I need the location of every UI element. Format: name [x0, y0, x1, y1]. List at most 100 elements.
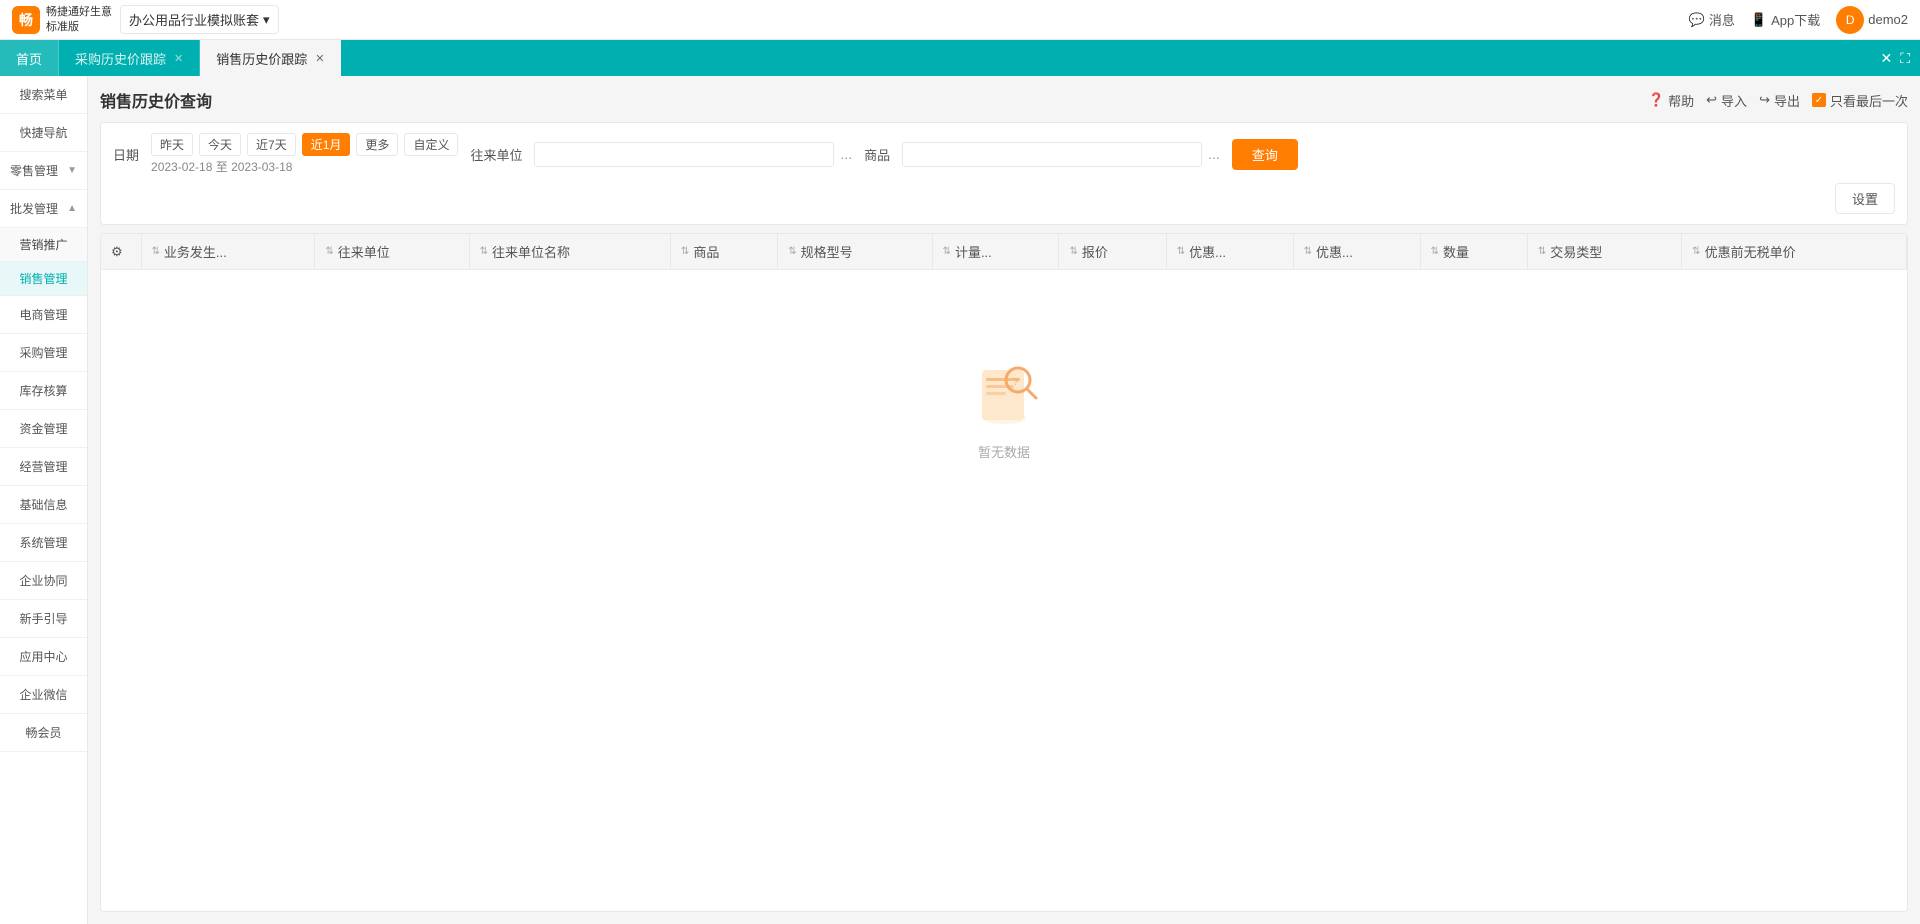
product-input[interactable] — [902, 142, 1202, 167]
table-column-discount1[interactable]: ⇅ 优惠... — [1166, 234, 1293, 270]
app-logo-icon: 畅 — [12, 6, 40, 34]
sidebar-item-member[interactable]: 畅会员 — [0, 714, 87, 752]
message-icon: 💬 — [1689, 12, 1705, 28]
tab-purchase-history[interactable]: 采购历史价跟踪 ✕ — [59, 40, 200, 76]
partner-browse-icon[interactable]: ... — [840, 146, 852, 162]
logo-text: 畅捷通好生意 标准版 — [46, 5, 112, 34]
close-all-tabs-icon[interactable]: ✕ — [1880, 50, 1892, 67]
sidebar-item-marketing[interactable]: 营销推广 — [0, 228, 87, 262]
tab-home[interactable]: 首页 — [0, 40, 59, 76]
table-column-product[interactable]: ⇅ 商品 — [670, 234, 777, 270]
only-last-checkbox[interactable]: ✓ 只看最后一次 — [1812, 91, 1908, 110]
table-column-discount2[interactable]: ⇅ 优惠... — [1293, 234, 1420, 270]
setting-button[interactable]: 设置 — [1835, 183, 1895, 214]
app-download-button[interactable]: 📱 App下载 — [1751, 10, 1820, 29]
sort-icon: ⇅ — [1177, 246, 1185, 257]
partner-input[interactable] — [534, 142, 834, 167]
sidebar-item-finance[interactable]: 资金管理 — [0, 410, 87, 448]
download-icon: 📱 — [1751, 12, 1767, 28]
help-icon: ❓ — [1648, 92, 1664, 108]
table-header-row: ⚙ ⇅ 业务发生... ⇅ — [101, 234, 1907, 270]
sort-icon: ⇅ — [681, 246, 689, 257]
date-btn-yesterday[interactable]: 昨天 — [151, 133, 193, 156]
date-btn-custom[interactable]: 自定义 — [404, 133, 458, 156]
page-header-actions: ❓ 帮助 ↩ 导入 ↪ 导出 ✓ 只看最后一次 — [1648, 91, 1908, 110]
message-button[interactable]: 💬 消息 — [1689, 10, 1735, 29]
import-button[interactable]: ↩ 导入 — [1706, 91, 1747, 110]
logo-area: 畅 畅捷通好生意 标准版 — [12, 5, 112, 34]
product-filter-label: 商品 — [864, 145, 890, 164]
checkbox-icon: ✓ — [1812, 93, 1826, 107]
fullscreen-icon[interactable]: ⛶ — [1900, 50, 1910, 67]
table-column-qty[interactable]: ⇅ 数量 — [1420, 234, 1527, 270]
filter-row: 日期 昨天 今天 近7天 近1月 更多 自定义 2023-02-18 至 202… — [100, 122, 1908, 225]
app-selector[interactable]: 办公用品行业模拟账套 ▾ — [120, 5, 279, 34]
sidebar-item-search[interactable]: 搜索菜单 — [0, 76, 87, 114]
tab-sales-history[interactable]: 销售历史价跟踪 ✕ — [200, 40, 341, 76]
sidebar-item-appstore[interactable]: 应用中心 — [0, 638, 87, 676]
table-column-deal-type[interactable]: ⇅ 交易类型 — [1527, 234, 1681, 270]
help-button[interactable]: ❓ 帮助 — [1648, 91, 1694, 110]
sort-icon: ⇅ — [1304, 246, 1312, 257]
sidebar-item-sales-mgmt[interactable]: 销售管理 — [0, 262, 87, 296]
chevron-up-icon: ▲ — [67, 203, 77, 214]
tab-sales-label: 销售历史价跟踪 — [216, 49, 307, 68]
date-btn-7days[interactable]: 近7天 — [247, 133, 296, 156]
sidebar-item-wholesale[interactable]: 批发管理 ▲ — [0, 190, 87, 228]
import-icon: ↩ — [1706, 92, 1717, 108]
top-bar-left: 畅 畅捷通好生意 标准版 办公用品行业模拟账套 ▾ — [12, 5, 279, 34]
date-options: 昨天 今天 近7天 近1月 更多 自定义 — [151, 133, 458, 156]
tab-purchase-label: 采购历史价跟踪 — [75, 49, 166, 68]
sidebar-item-guide[interactable]: 新手引导 — [0, 600, 87, 638]
top-bar: 畅 畅捷通好生意 标准版 办公用品行业模拟账套 ▾ 💬 消息 📱 App下载 D… — [0, 0, 1920, 40]
tab-home-label: 首页 — [16, 49, 42, 68]
filter-line: 日期 昨天 今天 近7天 近1月 更多 自定义 2023-02-18 至 202… — [113, 133, 1895, 175]
product-filter-field: ... — [902, 142, 1220, 167]
sidebar-item-enterprise[interactable]: 企业协同 — [0, 562, 87, 600]
page-title: 销售历史价查询 — [100, 88, 212, 112]
table-container: ⚙ ⇅ 业务发生... ⇅ — [100, 233, 1908, 912]
close-sales-tab-icon[interactable]: ✕ — [315, 52, 324, 65]
sidebar-item-operations[interactable]: 经营管理 — [0, 448, 87, 486]
date-btn-today[interactable]: 今天 — [199, 133, 241, 156]
query-button[interactable]: 查询 — [1232, 139, 1298, 170]
sort-icon: ⇅ — [1431, 246, 1439, 257]
table-column-partner-name[interactable]: ⇅ 往来单位名称 — [469, 234, 670, 270]
content-area: 销售历史价查询 ❓ 帮助 ↩ 导入 ↪ 导出 ✓ — [88, 76, 1920, 924]
empty-state: ? 暂无数据 — [101, 270, 1907, 541]
user-menu[interactable]: D demo2 — [1836, 6, 1908, 34]
table-column-spec[interactable]: ⇅ 规格型号 — [778, 234, 932, 270]
date-btn-1month[interactable]: 近1月 — [302, 133, 351, 156]
sidebar-item-retail[interactable]: 零售管理 ▼ — [0, 152, 87, 190]
sidebar-item-system[interactable]: 系统管理 — [0, 524, 87, 562]
chevron-down-icon: ▼ — [67, 165, 77, 176]
table-column-quote[interactable]: ⇅ 报价 — [1059, 234, 1166, 270]
partner-filter-field: ... — [534, 142, 852, 167]
sidebar-item-ecommerce[interactable]: 电商管理 — [0, 296, 87, 334]
date-range-text: 2023-02-18 至 2023-03-18 — [151, 158, 458, 175]
empty-text: 暂无数据 — [978, 442, 1030, 461]
page-content: 销售历史价查询 ❓ 帮助 ↩ 导入 ↪ 导出 ✓ — [88, 76, 1920, 924]
sidebar-item-wechat[interactable]: 企业微信 — [0, 676, 87, 714]
sidebar-item-inventory[interactable]: 库存核算 — [0, 372, 87, 410]
sidebar-item-shortcuts[interactable]: 快捷导航 — [0, 114, 87, 152]
close-purchase-tab-icon[interactable]: ✕ — [174, 52, 183, 65]
gear-icon: ⚙ — [111, 244, 123, 260]
sort-icon: ⇅ — [325, 246, 333, 257]
tab-bar: 首页 采购历史价跟踪 ✕ 销售历史价跟踪 ✕ ✕ ⛶ — [0, 40, 1920, 76]
sort-icon: ⇅ — [152, 246, 160, 257]
product-browse-icon[interactable]: ... — [1208, 146, 1220, 162]
table-column-settings[interactable]: ⚙ — [101, 234, 141, 270]
date-btn-more[interactable]: 更多 — [356, 133, 398, 156]
table-column-pretax-price[interactable]: ⇅ 优惠前无税单价 — [1682, 234, 1907, 270]
top-bar-right: 💬 消息 📱 App下载 D demo2 — [1689, 6, 1908, 34]
export-button[interactable]: ↪ 导出 — [1759, 91, 1800, 110]
partner-filter-label: 往来单位 — [470, 145, 522, 164]
empty-state-illustration: ? — [964, 350, 1044, 430]
sidebar-item-purchase[interactable]: 采购管理 — [0, 334, 87, 372]
table-column-partner-code[interactable]: ⇅ 往来单位 — [315, 234, 469, 270]
table-column-unit[interactable]: ⇅ 计量... — [932, 234, 1059, 270]
table-column-biz-date[interactable]: ⇅ 业务发生... — [141, 234, 315, 270]
sidebar-item-basic[interactable]: 基础信息 — [0, 486, 87, 524]
tab-bar-actions: ✕ ⛶ — [1870, 40, 1920, 76]
